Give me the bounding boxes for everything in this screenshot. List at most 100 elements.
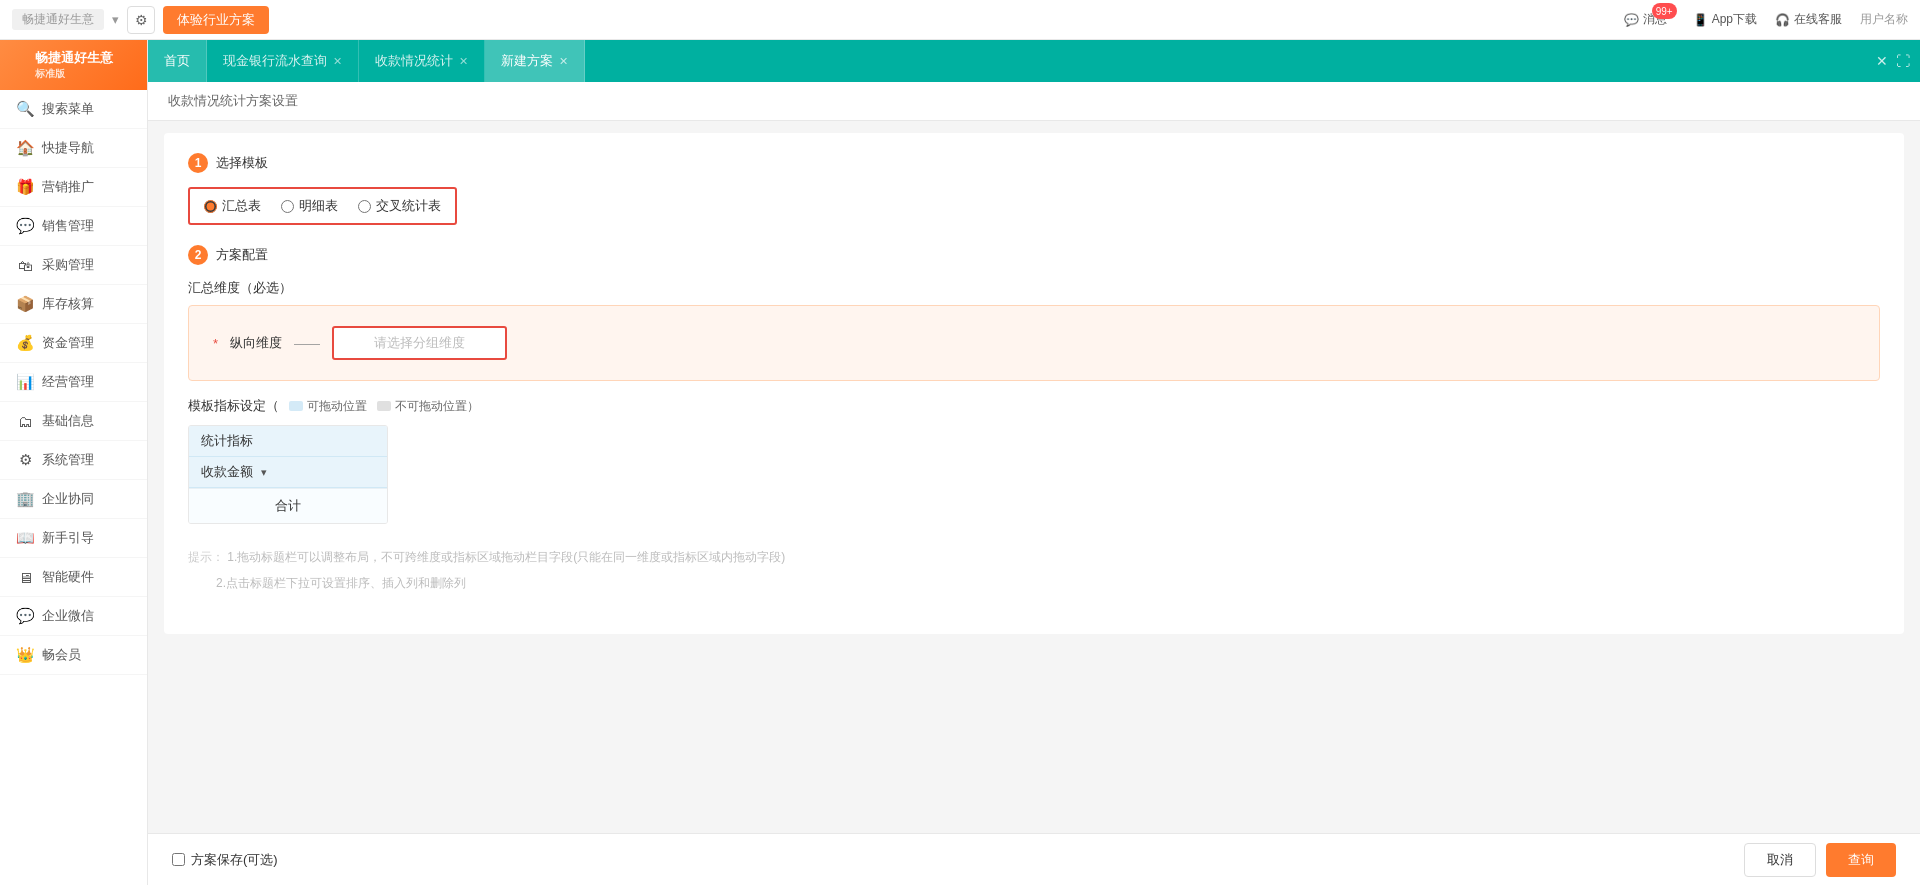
member-icon: 👑 xyxy=(16,646,34,664)
sidebar-item-member[interactable]: 👑 畅会员 xyxy=(0,636,147,675)
tab-collection[interactable]: 收款情况统计 ✕ xyxy=(359,40,485,82)
tab-cashflow[interactable]: 现金银行流水查询 ✕ xyxy=(207,40,359,82)
download-button[interactable]: 📱 App下载 xyxy=(1693,11,1757,28)
legend-fixed-label: 不可拖动位置） xyxy=(395,398,479,415)
radio-summary-label: 汇总表 xyxy=(222,197,261,215)
radio-summary-input[interactable] xyxy=(204,200,217,213)
tab-new-plan[interactable]: 新建方案 ✕ xyxy=(485,40,585,82)
metrics-row-label: 合计 xyxy=(275,498,301,513)
save-checkbox[interactable] xyxy=(172,853,185,866)
header-right: 💬 消息 99+ 📱 App下载 🎧 在线客服 用户名称 xyxy=(1624,11,1908,28)
inventory-icon: 📦 xyxy=(16,295,34,313)
sidebar-label-wechat: 企业微信 xyxy=(42,607,94,625)
sidebar-item-quicknav[interactable]: 🏠 快捷导航 xyxy=(0,129,147,168)
radio-detail[interactable]: 明细表 xyxy=(281,197,338,215)
tab-cashflow-close[interactable]: ✕ xyxy=(333,55,342,68)
message-button[interactable]: 💬 消息 99+ xyxy=(1624,11,1667,28)
sidebar-label-marketing: 营销推广 xyxy=(42,178,94,196)
logo-text: 畅捷通好生意 xyxy=(35,49,113,67)
basic-icon: 🗂 xyxy=(16,413,34,430)
dimension-select[interactable]: 请选择分组维度 xyxy=(332,326,507,360)
sidebar-item-hardware[interactable]: 🖥 智能硬件 xyxy=(0,558,147,597)
sidebar-item-basic[interactable]: 🗂 基础信息 xyxy=(0,402,147,441)
sidebar-item-sales[interactable]: 💬 销售管理 xyxy=(0,207,147,246)
footer-buttons: 取消 查询 xyxy=(1744,843,1896,877)
page-title-bar: 收款情况统计方案设置 xyxy=(148,82,1920,121)
step1-section: 1 选择模板 汇总表 明细表 xyxy=(188,153,1880,225)
sidebar-label-quicknav: 快捷导航 xyxy=(42,139,94,157)
service-icon: 🎧 xyxy=(1775,13,1790,27)
legend-draggable: 可拖动位置 xyxy=(289,398,367,415)
logo-area: 畅捷通好生意 标准版 xyxy=(0,40,147,90)
query-button[interactable]: 查询 xyxy=(1826,843,1896,877)
metrics-header: 模板指标设定（ 可拖动位置 不可拖动位置） xyxy=(188,397,1880,415)
radio-summary[interactable]: 汇总表 xyxy=(204,197,261,215)
sidebar-item-finance[interactable]: 💰 资金管理 xyxy=(0,324,147,363)
metrics-col-label: 收款金额 xyxy=(201,463,253,481)
sidebar-item-operation[interactable]: 📊 经营管理 xyxy=(0,363,147,402)
purchase-icon: 🛍 xyxy=(16,257,34,274)
tab-new-plan-label: 新建方案 xyxy=(501,52,553,70)
radio-detail-label: 明细表 xyxy=(299,197,338,215)
step2-header: 2 方案配置 xyxy=(188,245,1880,265)
sidebar-item-inventory[interactable]: 📦 库存核算 xyxy=(0,285,147,324)
sidebar-item-marketing[interactable]: 🎁 营销推广 xyxy=(0,168,147,207)
tab-bar: 首页 现金银行流水查询 ✕ 收款情况统计 ✕ 新建方案 ✕ ✕ ⛶ xyxy=(148,40,1920,82)
sidebar-label-hardware: 智能硬件 xyxy=(42,568,94,586)
dimension-placeholder: 请选择分组维度 xyxy=(374,334,465,352)
tab-new-plan-close[interactable]: ✕ xyxy=(559,55,568,68)
fixed-indicator xyxy=(377,401,391,411)
step2-title: 方案配置 xyxy=(216,246,268,264)
save-option: 方案保存(可选) xyxy=(172,851,278,869)
sidebar-item-system[interactable]: ⚙ 系统管理 xyxy=(0,441,147,480)
step1-title: 选择模板 xyxy=(216,154,268,172)
radio-cross[interactable]: 交叉统计表 xyxy=(358,197,441,215)
sidebar: 畅捷通好生意 标准版 🔍 搜索菜单 🏠 快捷导航 🎁 营销推广 💬 销售管理 🛍… xyxy=(0,40,148,885)
step2-circle: 2 xyxy=(188,245,208,265)
required-star: * xyxy=(213,336,218,351)
user-info[interactable]: 用户名称 xyxy=(1860,11,1908,28)
search-icon: 🔍 xyxy=(16,100,34,118)
sidebar-label-system: 系统管理 xyxy=(42,451,94,469)
metrics-dropdown-icon[interactable]: ▾ xyxy=(261,466,267,479)
finance-icon: 💰 xyxy=(16,334,34,352)
footer-bar: 方案保存(可选) 取消 查询 xyxy=(148,833,1920,885)
legend-fixed: 不可拖动位置） xyxy=(377,398,479,415)
wechat-icon: 💬 xyxy=(16,607,34,625)
cancel-button[interactable]: 取消 xyxy=(1744,843,1816,877)
sidebar-item-corp[interactable]: 🏢 企业协同 xyxy=(0,480,147,519)
draggable-indicator xyxy=(289,401,303,411)
tab-collection-close[interactable]: ✕ xyxy=(459,55,468,68)
trial-button[interactable]: 体验行业方案 xyxy=(163,6,269,34)
download-label: App下载 xyxy=(1712,11,1757,28)
main-content: 首页 现金银行流水查询 ✕ 收款情况统计 ✕ 新建方案 ✕ ✕ ⛶ 收款情况统计… xyxy=(148,40,1920,885)
tip-section: 提示： 1.拖动标题栏可以调整布局，不可跨维度或指标区域拖动栏目字段(只能在同一… xyxy=(188,547,1880,594)
sidebar-label-sales: 销售管理 xyxy=(42,217,94,235)
metrics-col-header[interactable]: 收款金额 ▾ xyxy=(189,457,387,488)
gear-button[interactable]: ⚙ xyxy=(127,6,155,34)
gift-icon: 🎁 xyxy=(16,178,34,196)
chevron-down-icon[interactable]: ▾ xyxy=(112,12,119,27)
sidebar-label-finance: 资金管理 xyxy=(42,334,94,352)
maximize-window-icon[interactable]: ⛶ xyxy=(1896,53,1910,69)
radio-cross-input[interactable] xyxy=(358,200,371,213)
tab-bar-right: ✕ ⛶ xyxy=(1876,40,1920,82)
top-header: 畅捷通好生意 ▾ ⚙ 体验行业方案 💬 消息 99+ 📱 App下载 🎧 在线客… xyxy=(0,0,1920,40)
service-button[interactable]: 🎧 在线客服 xyxy=(1775,11,1842,28)
sidebar-item-wechat[interactable]: 💬 企业微信 xyxy=(0,597,147,636)
tip-label: 提示： xyxy=(188,550,224,564)
sidebar-label-operation: 经营管理 xyxy=(42,373,94,391)
sidebar-item-guide[interactable]: 📖 新手引导 xyxy=(0,519,147,558)
sidebar-item-purchase[interactable]: 🛍 采购管理 xyxy=(0,246,147,285)
page-title: 收款情况统计方案设置 xyxy=(168,93,298,108)
tab-home[interactable]: 首页 xyxy=(148,40,207,82)
sidebar-item-search[interactable]: 🔍 搜索菜单 xyxy=(0,90,147,129)
close-window-icon[interactable]: ✕ xyxy=(1876,53,1888,69)
arrow-icon: —— xyxy=(294,336,320,351)
sidebar-label-purchase: 采购管理 xyxy=(42,256,94,274)
template-selector: 汇总表 明细表 交叉统计表 xyxy=(188,187,457,225)
save-label: 方案保存(可选) xyxy=(191,851,278,869)
corp-icon: 🏢 xyxy=(16,490,34,508)
radio-detail-input[interactable] xyxy=(281,200,294,213)
sales-icon: 💬 xyxy=(16,217,34,235)
